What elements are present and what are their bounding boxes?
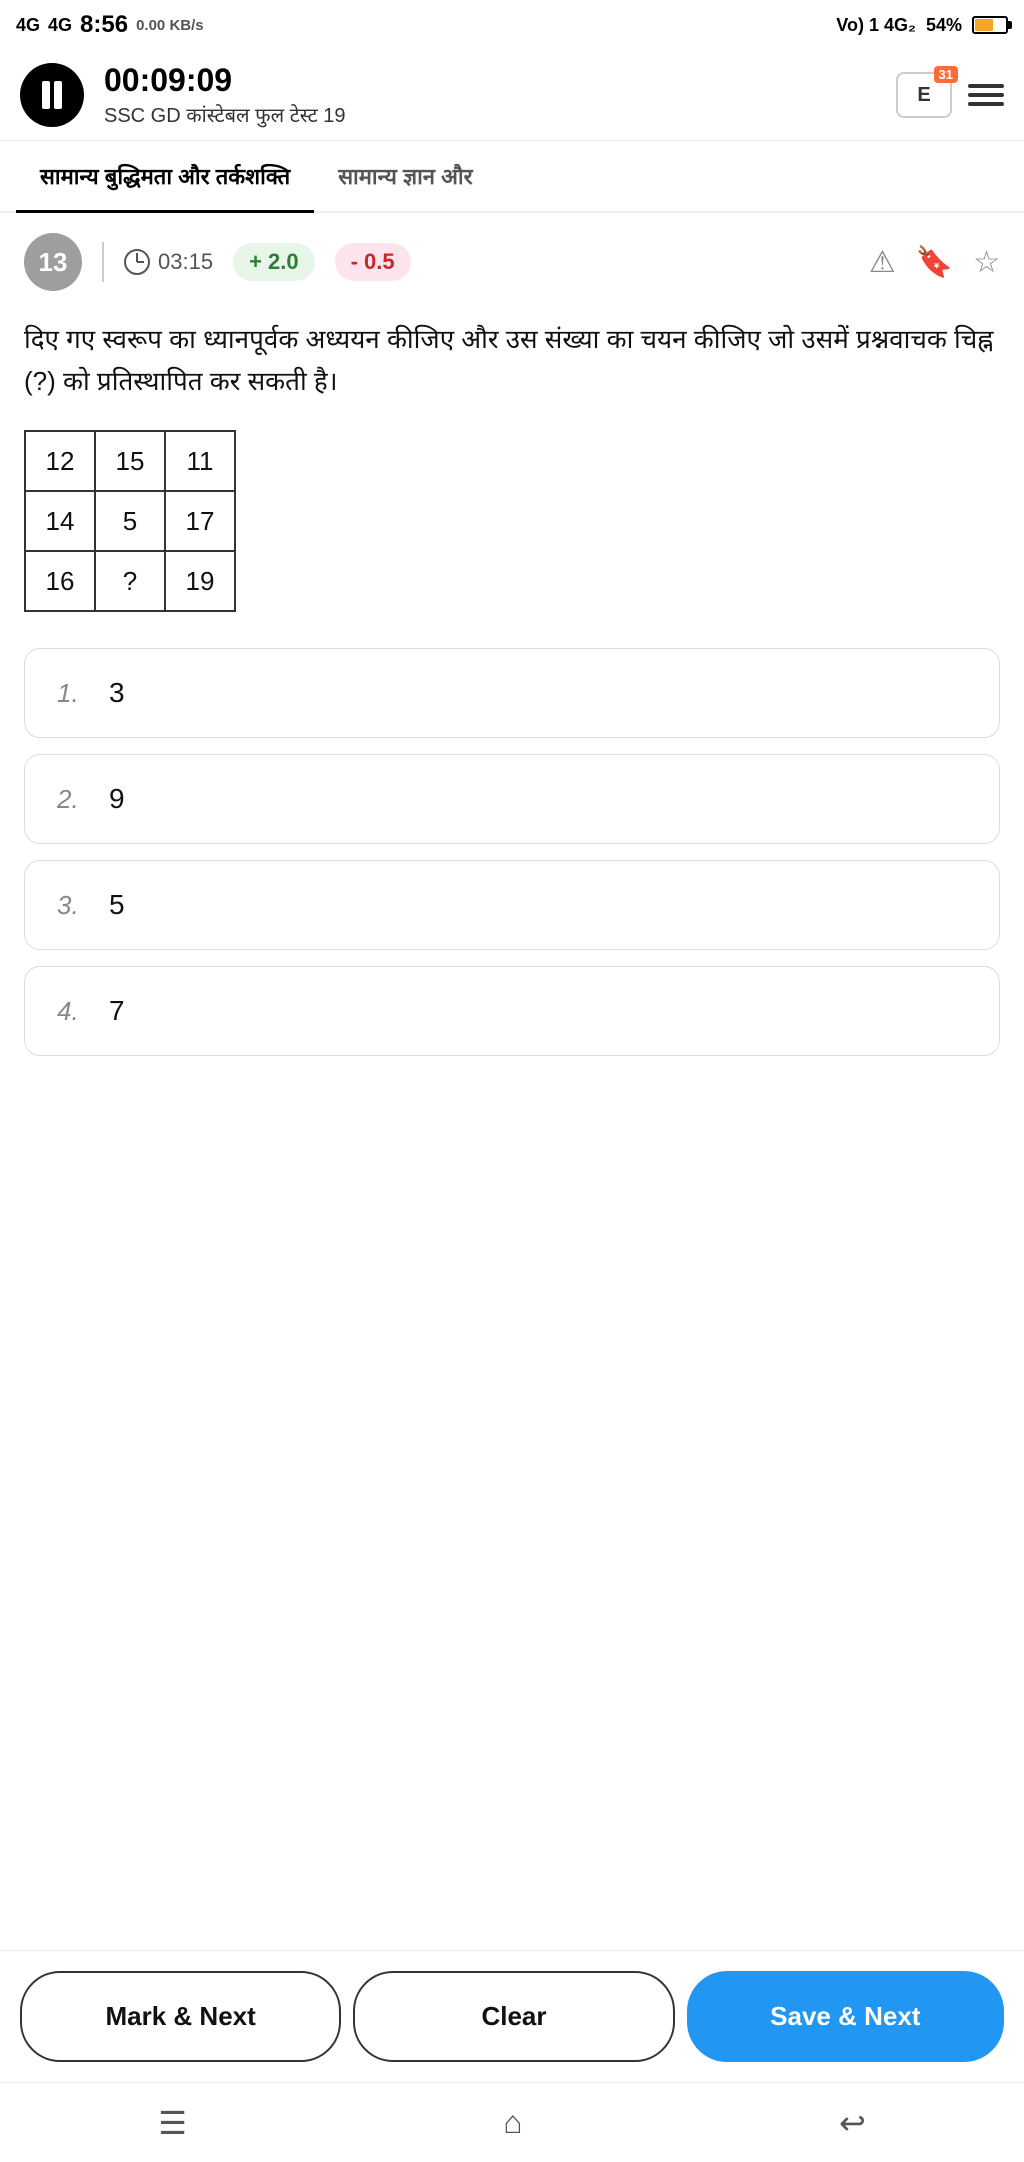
lte-label: Vo) 1 4G₂ — [836, 15, 916, 36]
header: 00:09:09 SSC GD कांस्टेबल फुल टेस्ट 19 E… — [0, 50, 1024, 141]
option-2[interactable]: 2. 9 — [24, 754, 1000, 844]
option-4-value: 7 — [109, 995, 125, 1027]
matrix-row-3: 16 ? 19 — [25, 551, 235, 611]
bottom-buttons: Mark & Next Clear Save & Next — [0, 1950, 1024, 2082]
divider — [102, 242, 104, 282]
header-subtitle: SSC GD कांस्टेबल फुल टेस्ट 19 — [104, 101, 876, 128]
clock-icon — [124, 249, 150, 275]
tab-bar: सामान्य बुद्धिमता और तर्कशक्ति सामान्य ज… — [0, 141, 1024, 213]
status-kbs: 0.00 KB/s — [136, 17, 204, 34]
status-bar: 4G 4G 8:56 0.00 KB/s Vo) 1 4G₂ 54% — [0, 0, 1024, 50]
options-list: 1. 3 2. 9 3. 5 4. 7 — [24, 648, 1000, 1056]
pause-button[interactable] — [20, 63, 84, 127]
option-2-value: 9 — [109, 783, 125, 815]
matrix-row-1: 12 15 11 — [25, 431, 235, 491]
positive-mark-badge: + 2.0 — [233, 243, 315, 281]
e-button[interactable]: E 31 — [896, 72, 952, 118]
menu-line-1 — [968, 84, 1004, 88]
matrix-cell-1-0: 14 — [25, 491, 95, 551]
question-timer: 03:15 — [124, 249, 213, 275]
battery-icon — [972, 16, 1008, 34]
option-1-value: 3 — [109, 677, 125, 709]
question-text: दिए गए स्वरूप का ध्यानपूर्वक अध्ययन कीजि… — [24, 319, 1000, 402]
tab-general-knowledge[interactable]: सामान्य ज्ञान और — [314, 141, 496, 211]
pause-icon — [42, 81, 62, 109]
option-4-number: 4. — [57, 996, 89, 1027]
e-label: E — [917, 84, 930, 107]
nav-home-icon[interactable]: ⌂ — [503, 2104, 522, 2141]
matrix-cell-0-0: 12 — [25, 431, 95, 491]
nav-bar: ☰ ⌂ ↩ — [0, 2082, 1024, 2162]
mark-next-button[interactable]: Mark & Next — [20, 1971, 341, 2062]
status-left: 4G 4G 8:56 0.00 KB/s — [16, 11, 204, 39]
matrix-cell-1-1: 5 — [95, 491, 165, 551]
matrix-cell-2-0: 16 — [25, 551, 95, 611]
star-icon[interactable]: ☆ — [973, 245, 1000, 280]
matrix-table: 12 15 11 14 5 17 16 ? 19 — [24, 430, 236, 612]
option-2-number: 2. — [57, 784, 89, 815]
negative-mark-badge: - 0.5 — [335, 243, 411, 281]
option-3[interactable]: 3. 5 — [24, 860, 1000, 950]
status-time: 8:56 — [80, 11, 128, 39]
save-next-button[interactable]: Save & Next — [687, 1971, 1004, 2062]
option-4[interactable]: 4. 7 — [24, 966, 1000, 1056]
header-actions: E 31 — [896, 72, 1004, 118]
option-1[interactable]: 1. 3 — [24, 648, 1000, 738]
header-timer: 00:09:09 — [104, 62, 876, 99]
nav-menu-icon[interactable]: ☰ — [158, 2104, 187, 2142]
menu-line-2 — [968, 93, 1004, 97]
tab-general-intelligence[interactable]: सामान्य बुद्धिमता और तर्कशक्ति — [16, 141, 314, 211]
option-3-number: 3. — [57, 890, 89, 921]
warning-icon[interactable]: ⚠ — [869, 245, 896, 280]
question-number: 13 — [24, 233, 82, 291]
meta-icons: ⚠ 🔖 ☆ — [869, 245, 1000, 280]
menu-icon[interactable] — [968, 84, 1004, 106]
nav-back-icon[interactable]: ↩ — [839, 2104, 866, 2142]
option-3-value: 5 — [109, 889, 125, 921]
battery-percent: 54% — [926, 15, 962, 36]
header-info: 00:09:09 SSC GD कांस्टेबल फुल टेस्ट 19 — [104, 62, 876, 128]
bookmark-icon[interactable]: 🔖 — [916, 245, 953, 280]
signal-4g-2: 4G — [48, 15, 72, 36]
matrix-row-2: 14 5 17 — [25, 491, 235, 551]
question-meta: 13 03:15 + 2.0 - 0.5 ⚠ 🔖 ☆ — [24, 233, 1000, 291]
content-area: 13 03:15 + 2.0 - 0.5 ⚠ 🔖 ☆ दिए गए स्वरूप… — [0, 213, 1024, 1276]
option-1-number: 1. — [57, 678, 89, 709]
matrix-cell-2-1: ? — [95, 551, 165, 611]
status-right: Vo) 1 4G₂ 54% — [836, 15, 1008, 36]
matrix-cell-0-1: 15 — [95, 431, 165, 491]
matrix-cell-2-2: 19 — [165, 551, 235, 611]
e-badge: 31 — [934, 66, 958, 83]
matrix-cell-1-2: 17 — [165, 491, 235, 551]
question-area: 13 03:15 + 2.0 - 0.5 ⚠ 🔖 ☆ दिए गए स्वरूप… — [0, 213, 1024, 1076]
matrix-cell-0-2: 11 — [165, 431, 235, 491]
clear-button[interactable]: Clear — [353, 1971, 674, 2062]
signal-4g-1: 4G — [16, 15, 40, 36]
menu-line-3 — [968, 102, 1004, 106]
